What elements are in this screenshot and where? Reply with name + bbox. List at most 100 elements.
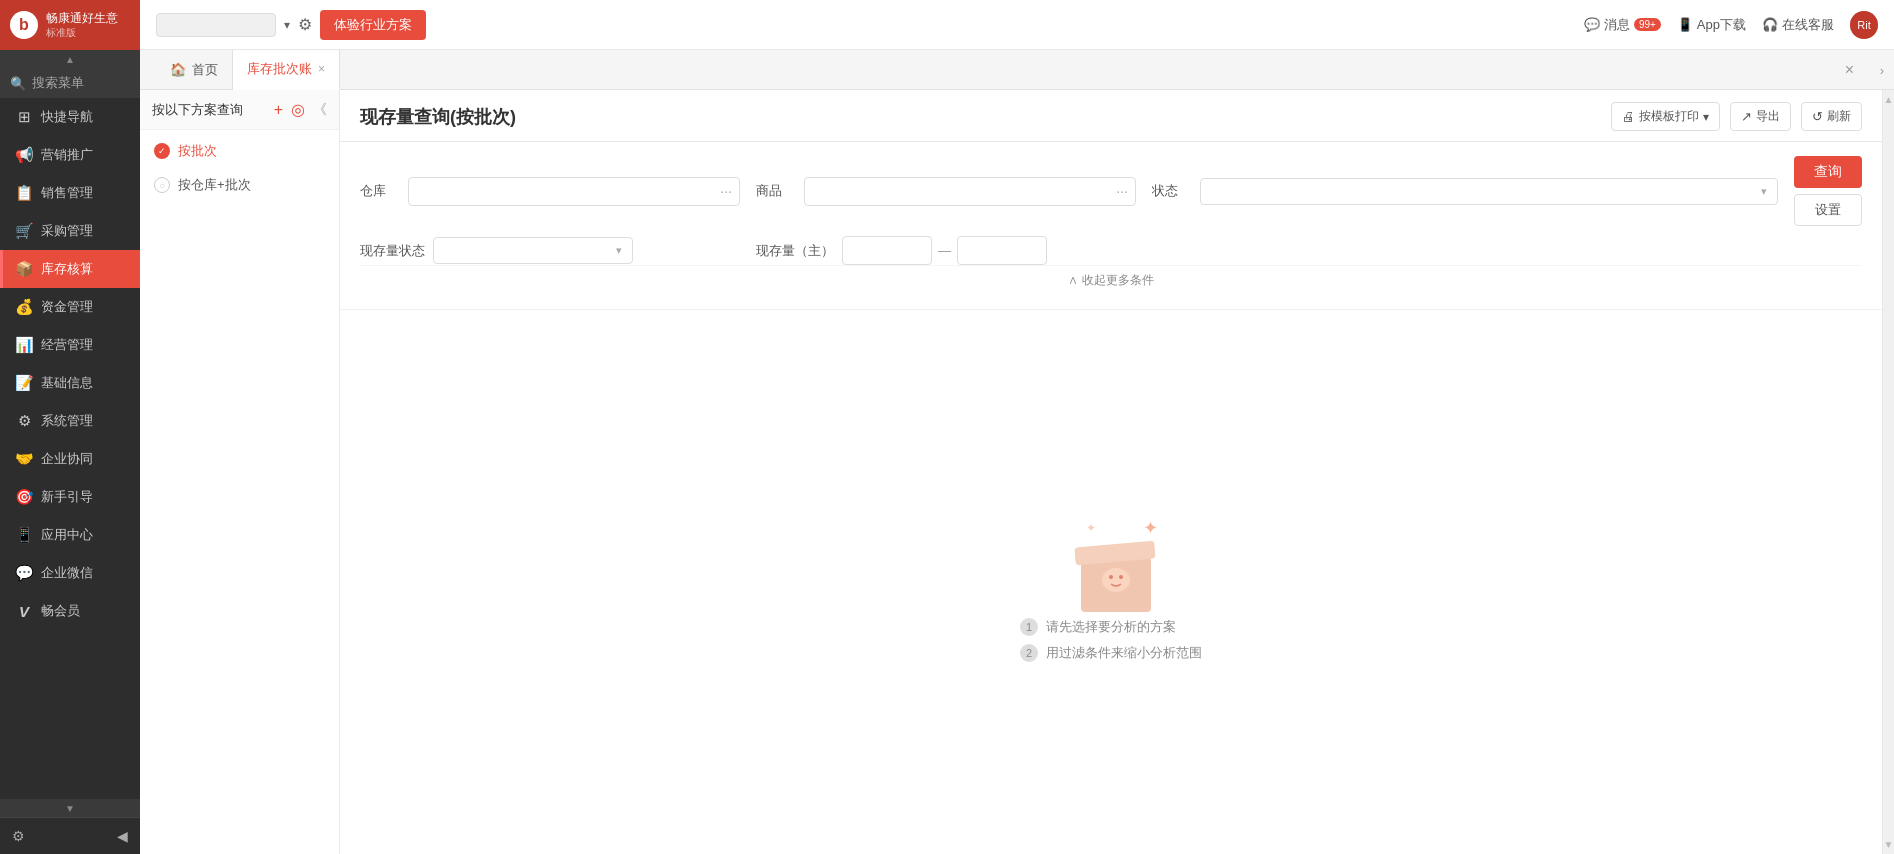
scheme-settings-btn[interactable]: ◎ xyxy=(291,100,305,119)
sidebar-item-membership[interactable]: V 畅会员 xyxy=(0,592,140,630)
sales-icon: 📋 xyxy=(15,184,33,202)
sidebar-scroll-down[interactable]: ▼ xyxy=(0,799,140,817)
goods-input[interactable] xyxy=(804,177,1136,206)
settings-button[interactable]: ⚙ xyxy=(12,828,25,844)
warehouse-input[interactable] xyxy=(408,177,740,206)
query-btn[interactable]: 查询 xyxy=(1794,156,1862,188)
empty-illustration: ✦ ✦ xyxy=(1061,502,1161,602)
system-icon: ⚙ xyxy=(15,412,33,430)
hint-2-text: 用过滤条件来缩小分析范围 xyxy=(1046,644,1202,662)
sidebar-item-wechat[interactable]: 💬 企业微信 xyxy=(0,554,140,592)
stock-qty-label: 现存量（主） xyxy=(756,242,834,260)
empty-hints: 1 请先选择要分析的方案 2 用过滤条件来缩小分析范围 xyxy=(1020,618,1202,662)
enterprise-icon: 🤝 xyxy=(15,450,33,468)
warehouse-field: 仓库 ··· xyxy=(360,177,740,206)
sidebar-item-inventory[interactable]: 📦 库存核算 xyxy=(0,250,140,288)
app-download-btn[interactable]: 📱 App下载 xyxy=(1677,16,1746,34)
main-content: 现存量查询(按批次) 🖨 按模板打印 ▾ ↗ 导出 ↺ 刷新 xyxy=(340,90,1882,854)
warehouse-more-btn[interactable]: ··· xyxy=(720,183,732,199)
svg-text:✦: ✦ xyxy=(1086,521,1096,535)
print-btn[interactable]: 🖨 按模板打印 ▾ xyxy=(1611,102,1720,131)
filter-items-list: ✓ 按批次 ○ 按仓库+批次 xyxy=(140,130,339,854)
message-btn[interactable]: 💬 消息 99+ xyxy=(1584,16,1661,34)
status-select[interactable]: ▾ xyxy=(1200,178,1778,205)
sidebar-item-system[interactable]: ⚙ 系统管理 xyxy=(0,402,140,440)
sidebar-item-quick-nav[interactable]: ⊞ 快捷导航 xyxy=(0,98,140,136)
tab-inventory-batch[interactable]: 库存批次账 × xyxy=(233,50,340,90)
page-header-actions: 🖨 按模板打印 ▾ ↗ 导出 ↺ 刷新 xyxy=(1611,102,1862,131)
close-all-tabs-btn[interactable]: × xyxy=(1845,61,1854,79)
app-title: 畅康通好生意 标准版 xyxy=(46,11,118,40)
topbar-right: 💬 消息 99+ 📱 App下载 🎧 在线客服 Rit xyxy=(1584,11,1878,39)
message-badge: 99+ xyxy=(1634,18,1661,31)
print-dropdown-arrow[interactable]: ▾ xyxy=(1703,110,1709,124)
settings-btn[interactable]: 设置 xyxy=(1794,194,1862,226)
range-dash: — xyxy=(938,243,951,258)
sidebar-item-newbie[interactable]: 🎯 新手引导 xyxy=(0,478,140,516)
tab-home[interactable]: 🏠 首页 xyxy=(156,50,233,90)
query-actions: 查询 设置 xyxy=(1794,156,1862,226)
sidebar-item-app-center[interactable]: 📱 应用中心 xyxy=(0,516,140,554)
membership-icon: V xyxy=(15,603,33,620)
refresh-icon: ↺ xyxy=(1812,109,1823,124)
sidebar-item-basic-info[interactable]: 📝 基础信息 xyxy=(0,364,140,402)
stock-status-select[interactable]: ▾ xyxy=(433,237,633,264)
hint-2-num: 2 xyxy=(1020,644,1038,662)
topbar-dropdown-btn[interactable]: ▾ xyxy=(284,18,290,32)
sidebar-footer: ⚙ ◀ xyxy=(0,817,140,854)
online-service-btn[interactable]: 🎧 在线客服 xyxy=(1762,16,1834,34)
svg-point-5 xyxy=(1109,575,1113,579)
tab-close-btn[interactable]: × xyxy=(318,62,325,76)
quick-nav-icon: ⊞ xyxy=(15,108,33,126)
stock-status-label: 现存量状态 xyxy=(360,242,425,260)
sidebar-search-item[interactable]: 🔍 搜索菜单 xyxy=(0,68,140,98)
right-scrollbar[interactable]: ▲ ▼ xyxy=(1882,90,1894,854)
print-icon: 🖨 xyxy=(1622,109,1635,124)
app-download-icon: 📱 xyxy=(1677,17,1693,32)
message-icon: 💬 xyxy=(1584,17,1600,32)
export-btn[interactable]: ↗ 导出 xyxy=(1730,102,1791,131)
goods-label: 商品 xyxy=(756,182,796,200)
sidebar-item-finance[interactable]: 💰 资金管理 xyxy=(0,288,140,326)
breadcrumb-input[interactable] xyxy=(156,13,276,37)
topbar-gear-btn[interactable]: ⚙ xyxy=(298,15,312,34)
filter-item-by-warehouse-batch[interactable]: ○ 按仓库+批次 xyxy=(140,168,339,202)
scrollbar-down-btn[interactable]: ▼ xyxy=(1882,837,1894,852)
collapse-more-btn[interactable]: ∧ 收起更多条件 xyxy=(360,265,1862,295)
search-row-1: 仓库 ··· 商品 ··· xyxy=(360,156,1862,226)
refresh-btn[interactable]: ↺ 刷新 xyxy=(1801,102,1862,131)
stock-status-arrow: ▾ xyxy=(616,244,622,257)
add-scheme-btn[interactable]: + xyxy=(274,101,283,119)
filter-dot-active: ✓ xyxy=(154,143,170,159)
headset-icon: 🎧 xyxy=(1762,17,1778,32)
basic-info-icon: 📝 xyxy=(15,374,33,392)
filter-panel-header: 按以下方案查询 + ◎ 《 xyxy=(140,90,339,130)
goods-more-btn[interactable]: ··· xyxy=(1116,183,1128,199)
page-header: 现存量查询(按批次) 🖨 按模板打印 ▾ ↗ 导出 ↺ 刷新 xyxy=(340,90,1882,142)
scrollbar-up-btn[interactable]: ▲ xyxy=(1882,92,1894,107)
empty-state: ✦ ✦ 1 请先选择要分析的方案 2 xyxy=(340,310,1882,854)
svg-point-6 xyxy=(1119,575,1123,579)
sidebar-item-operations[interactable]: 📊 经营管理 xyxy=(0,326,140,364)
experience-btn[interactable]: 体验行业方案 xyxy=(320,10,426,40)
filter-collapse-btn[interactable]: 《 xyxy=(313,101,327,119)
export-icon: ↗ xyxy=(1741,109,1752,124)
hint-1-num: 1 xyxy=(1020,618,1038,636)
user-avatar[interactable]: Rit xyxy=(1850,11,1878,39)
filter-item-by-batch[interactable]: ✓ 按批次 xyxy=(140,134,339,168)
sidebar-scroll-up[interactable]: ▲ xyxy=(0,50,140,68)
inventory-icon: 📦 xyxy=(15,260,33,278)
tabbar-scroll-btn[interactable]: › xyxy=(1880,62,1884,77)
goods-field: 商品 ··· xyxy=(756,177,1136,206)
sidebar-item-purchase[interactable]: 🛒 采购管理 xyxy=(0,212,140,250)
collapse-sidebar-button[interactable]: ◀ xyxy=(117,828,128,844)
empty-hint-2: 2 用过滤条件来缩小分析范围 xyxy=(1020,644,1202,662)
search-icon: 🔍 xyxy=(10,76,26,91)
sidebar-item-enterprise[interactable]: 🤝 企业协同 xyxy=(0,440,140,478)
sidebar-item-marketing[interactable]: 📢 营销推广 xyxy=(0,136,140,174)
stock-qty-max[interactable] xyxy=(957,236,1047,265)
warehouse-input-wrap: ··· xyxy=(408,177,740,206)
page-title: 现存量查询(按批次) xyxy=(360,105,516,129)
stock-qty-min[interactable] xyxy=(842,236,932,265)
sidebar-item-sales[interactable]: 📋 销售管理 xyxy=(0,174,140,212)
